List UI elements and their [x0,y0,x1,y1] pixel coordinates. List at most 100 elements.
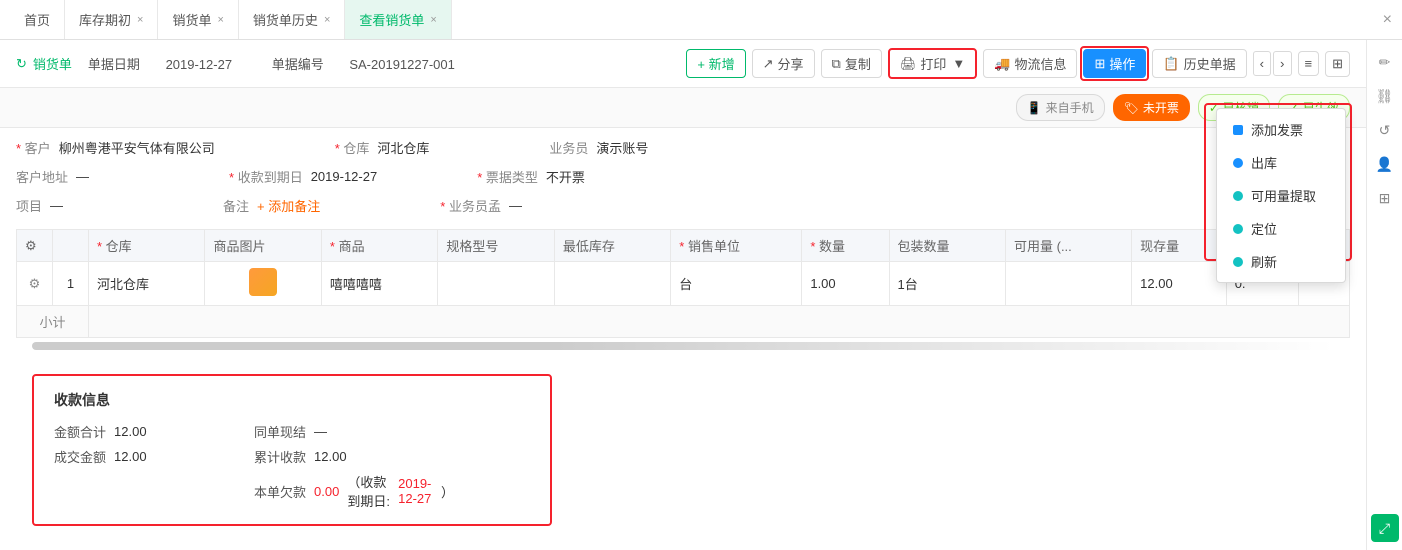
not-opened-button[interactable]: 🏷 未开票 [1113,94,1190,121]
form-row-1: 客户 柳州粤港平安气体有限公司 仓库 河北仓库 业务员 演示账号 [16,138,1350,157]
note-field: 备注 + 添加备注 [223,196,320,215]
form-area: 客户 柳州粤港平安气体有限公司 仓库 河北仓库 业务员 演示账号 客户地址 — [0,128,1366,229]
col-gear: ⚙ [17,230,53,262]
print-icon: 🖨 [900,56,917,72]
form-row-3: 项目 — 备注 + 添加备注 业务员孟 — [16,196,1350,215]
available-qty-icon [1233,191,1243,201]
copy-icon: ⧉ [832,56,841,72]
truck-icon: 🚚 [994,56,1010,72]
owed-label: 本单欠款 [254,482,306,501]
cell-qty: 1.00 [802,262,889,306]
tab-sales-history[interactable]: 销货单历史 × [239,0,345,39]
due-date-prefix: （收款到期日: [347,472,390,510]
customer-label: 客户 [16,138,51,157]
print-button[interactable]: 🖨 打印 ▼ [888,48,977,79]
warehouse-label: 仓库 [335,138,370,157]
ticket-icon: 🏷 [1124,101,1139,115]
owed-value: 0.00 [314,484,339,499]
share-icon: ↗ [763,56,774,72]
note-label: 备注 [223,196,249,215]
tab-inventory[interactable]: 库存期初 × [65,0,158,39]
payment-grid: 金额合计 12.00 同单现结 — 成交金额 12.00 累计收款 12.00 [54,422,530,510]
window-close-button[interactable]: × [1383,11,1392,29]
cell-gear[interactable]: ⚙ [17,262,53,306]
payment-owed-row: 本单欠款 0.00 （收款到期日: 2019-12-27 ） [254,472,454,510]
address-value: — [76,169,89,184]
tab-sales[interactable]: 销货单 × [158,0,238,39]
view-toggle-list[interactable]: ≡ [1298,51,1320,76]
cell-product: 嘻嘻嘻嘻 [321,262,437,306]
project-value: — [50,198,63,213]
project-field: 项目 — [16,196,63,215]
copy-button[interactable]: ⧉ 复制 [821,49,882,78]
from-phone-button[interactable]: 📱 来自手机 [1016,94,1105,121]
add-invoice-icon [1233,125,1243,135]
tab-close-sales[interactable]: × [217,14,223,26]
operation-icon: ⊞ [1094,56,1105,72]
table-row: ⚙ 1 河北仓库 嘻嘻嘻嘻 台 1.00 1台 12.00 [17,262,1350,306]
ticket-type-value: 不开票 [546,167,585,186]
sidebar-refresh-icon[interactable]: ↺ [1371,116,1399,144]
sales-staff-value: — [509,198,522,213]
table-subtotal-row: 小计 [17,306,1350,338]
cell-available [1006,262,1132,306]
cell-warehouse: 河北仓库 [89,262,205,306]
sales-staff-label: 业务员孟 [440,196,501,215]
payment-box: 收款信息 金额合计 12.00 同单现结 — 成交金额 12.00 [32,374,552,526]
history-button[interactable]: 📋 历史单据 [1152,49,1246,78]
tab-home[interactable]: 首页 [10,0,65,39]
cell-product-img [205,262,321,306]
staff-field: 业务员 演示账号 [549,138,648,157]
payment-date-field: 收款到期日 2019-12-27 [229,167,377,186]
payment-same-order: 同单现结 — [254,422,454,441]
address-field: 客户地址 — [16,167,89,186]
add-note-button[interactable]: + 添加备注 [257,196,320,215]
next-button[interactable]: › [1273,51,1291,76]
sidebar-edit-icon[interactable]: ✏ [1371,48,1399,76]
doc-header-left: ↻ 销货单 单据日期 2019-12-27 单据编号 SA-20191227-0… [16,54,471,73]
col-qty: * 数量 [802,230,889,262]
operation-button[interactable]: ⊞ 操作 [1083,49,1146,78]
app-container: 首页 库存期初 × 销货单 × 销货单历史 × 查看销货单 × × ↻ 销货单 [0,0,1402,550]
doc-title: ↻ 销货单 [16,54,72,73]
tab-view-sales[interactable]: 查看销货单 × [345,0,451,39]
dropdown-item-locate[interactable]: 定位 [1217,212,1345,245]
tab-close-sales-history[interactable]: × [324,14,330,26]
cell-current-stock: 12.00 [1132,262,1227,306]
dropdown-item-available-qty[interactable]: 可用量提取 [1217,179,1345,212]
col-warehouse: * 仓库 [89,230,205,262]
dropdown-item-outbound[interactable]: 出库 [1217,146,1345,179]
col-current-stock: 现存量 [1132,230,1227,262]
main-wrapper: ↻ 销货单 单据日期 2019-12-27 单据编号 SA-20191227-0… [0,40,1366,550]
dropdown-item-add-invoice[interactable]: 添加发票 [1217,113,1345,146]
sidebar-grid-icon[interactable]: ⊞ [1371,184,1399,212]
cell-spec [438,262,554,306]
col-product-img: 商品图片 [205,230,321,262]
sidebar-link-icon[interactable]: ⛓ [1371,82,1399,110]
outbound-icon [1233,158,1243,168]
new-button[interactable]: + 新增 [686,49,745,78]
due-date-value: 2019-12-27 [398,476,433,506]
sidebar-expand-icon[interactable]: ⤢ [1371,514,1399,542]
view-toggle-grid[interactable]: ⊞ [1325,51,1350,77]
sidebar-user-icon[interactable]: 👤 [1371,150,1399,178]
share-button[interactable]: ↗ 分享 [752,49,815,78]
doc-header-right: + 新增 ↗ 分享 ⧉ 复制 🖨 打印 ▼ 🚚 物流信息 [686,48,1350,79]
doc-number-value: SA-20191227-001 [349,57,455,72]
payment-date-value: 2019-12-27 [311,169,378,184]
dropdown-item-refresh[interactable]: 刷新 [1217,245,1345,278]
transaction-label: 成交金额 [54,447,106,466]
tab-close-view-sales[interactable]: × [430,14,436,26]
print-dropdown-arrow: ▼ [952,56,965,71]
warehouse-field: 仓库 河北仓库 [335,138,430,157]
tab-bar: 首页 库存期初 × 销货单 × 销货单历史 × 查看销货单 × × [0,0,1402,40]
tab-close-inventory[interactable]: × [137,14,143,26]
col-product: * 商品 [321,230,437,262]
logistics-button[interactable]: 🚚 物流信息 [983,49,1077,78]
sales-staff-field: 业务员孟 — [440,196,522,215]
staff-value: 演示账号 [596,138,648,157]
dropdown-menu: 添加发票 出库 可用量提取 定位 刷新 [1216,108,1346,283]
table-scrollbar[interactable] [32,342,1334,350]
doc-header: ↻ 销货单 单据日期 2019-12-27 单据编号 SA-20191227-0… [0,40,1366,88]
prev-button[interactable]: ‹ [1253,51,1271,76]
